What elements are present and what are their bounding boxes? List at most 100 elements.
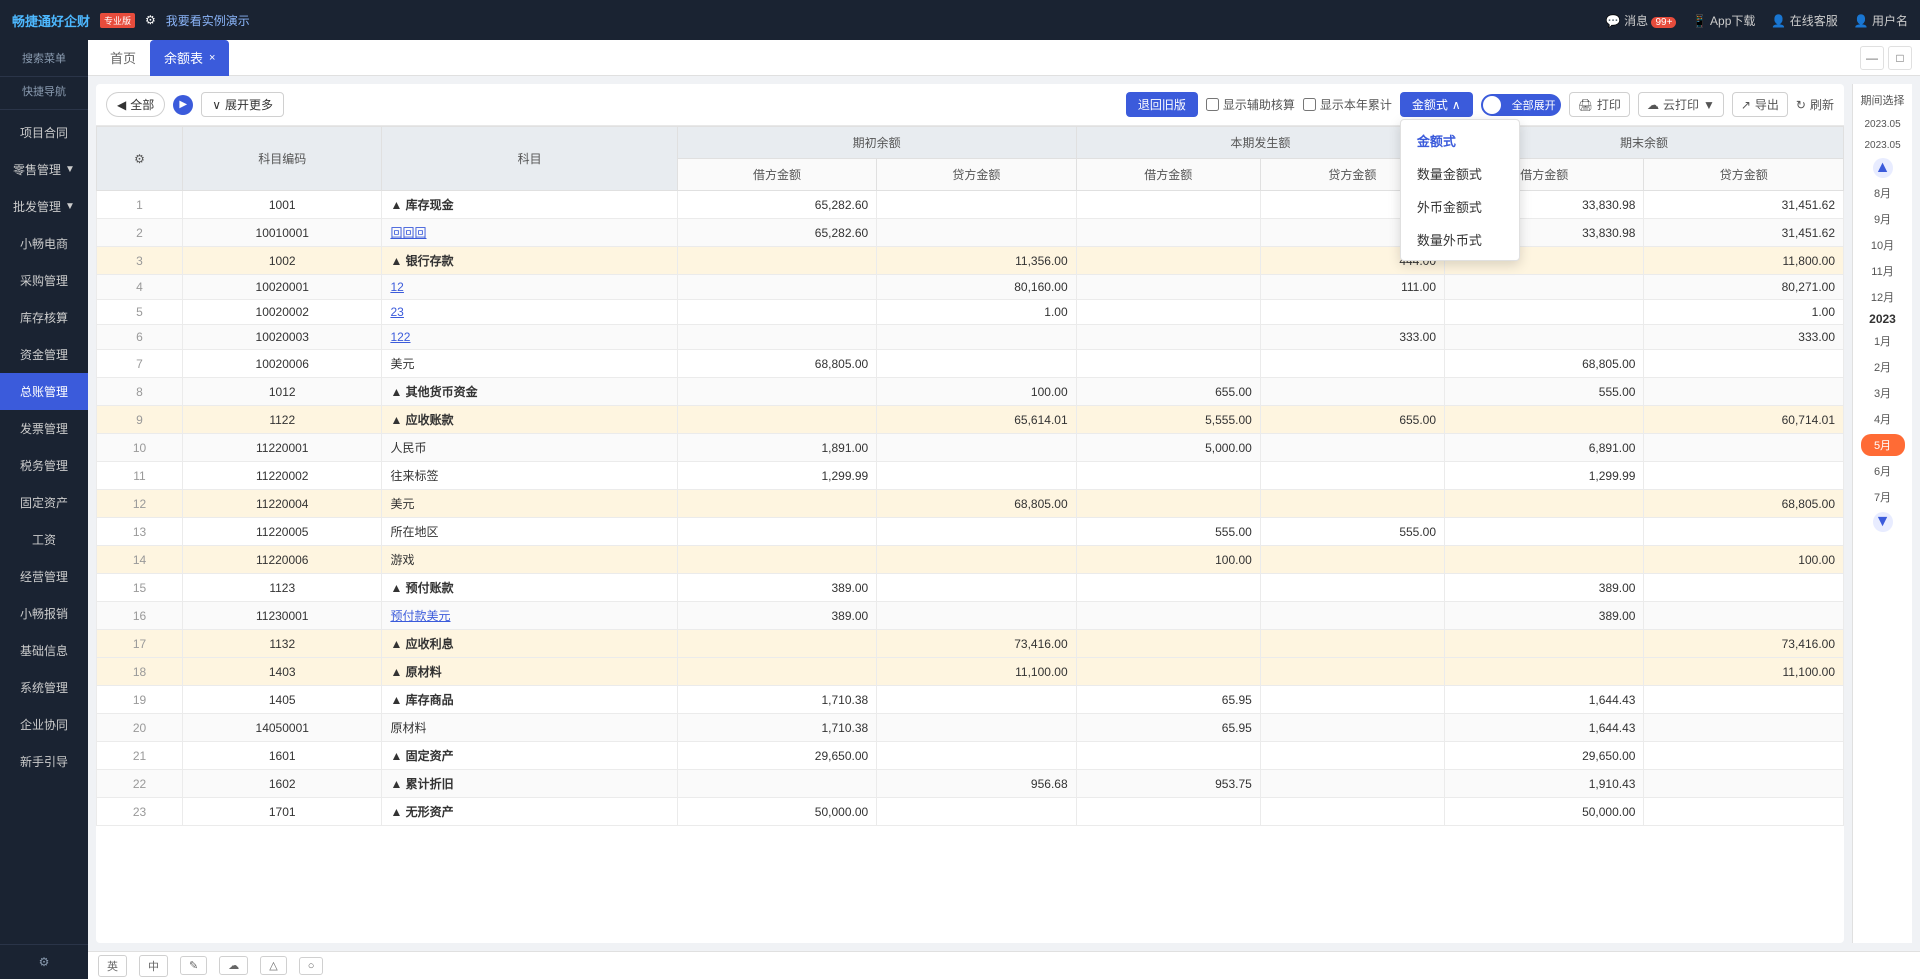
user-avatar[interactable]: 👤 用户名 [1854,12,1908,29]
app-download-btn[interactable]: 📱 App下载 [1692,12,1755,29]
table-area: ◀ 全部 ▶ ∨ 展开更多 退回旧版 显示辅助核算 [96,84,1844,943]
sidebar-item-purchase[interactable]: 采购管理 [0,262,88,299]
settings-icon[interactable]: ⚙ [145,13,156,27]
month-4[interactable]: 4月 [1861,408,1905,430]
sidebar-item-tax[interactable]: 税务管理 [0,447,88,484]
period-from[interactable]: 2023.05 [1861,116,1905,133]
status-cloud-btn[interactable]: ☁ [219,956,248,975]
mode-btn[interactable]: 金额式 ∧ [1400,92,1473,117]
status-upload-btn[interactable]: △ [260,956,286,975]
month-1[interactable]: 1月 [1861,330,1905,352]
table-row-opening-debit: 1,710.38 [677,686,876,714]
th-settings[interactable]: ⚙ [97,127,183,191]
table-row-opening-debit: 68,805.00 [677,350,876,378]
month-6[interactable]: 6月 [1861,460,1905,482]
back-old-version-btn[interactable]: 退回旧版 [1126,92,1198,117]
table-row-code: 11220006 [183,546,382,574]
status-edit-btn[interactable]: ✎ [180,956,207,975]
dropdown-item-qty-amount[interactable]: 数量金额式 [1401,157,1519,190]
table-row-code: 10020003 [183,325,382,350]
sidebar-item-expense[interactable]: 小畅报销 [0,595,88,632]
table-row-name[interactable]: ▲ 应收利息 [382,630,677,658]
dropdown-item-foreign-amount[interactable]: 外币金额式 [1401,190,1519,223]
table-row-name[interactable]: 预付款美元 [382,602,677,630]
online-service-btn[interactable]: 👤 在线客服 [1771,12,1837,29]
tab-balance[interactable]: 余额表 × [150,40,229,76]
sidebar-item-cooperation[interactable]: 企业协同 [0,706,88,743]
month-12[interactable]: 12月 [1861,286,1905,308]
tab-maximize-btn[interactable]: □ [1888,46,1912,70]
refresh-btn[interactable]: ↻ 刷新 [1796,96,1834,113]
sidebar-item-payroll[interactable]: 工资 [0,521,88,558]
month-9[interactable]: 9月 [1861,208,1905,230]
period-to[interactable]: 2023.05 [1861,137,1905,154]
sidebar-item-retail[interactable]: 零售管理 ▼ [0,151,88,188]
dropdown-item-qty-foreign[interactable]: 数量外币式 [1401,223,1519,256]
export-btn[interactable]: ↗ 导出 [1732,92,1788,117]
table-row-code: 11230001 [183,602,382,630]
sidebar-item-basic-info[interactable]: 基础信息 [0,632,88,669]
sidebar-item-invoice[interactable]: 发票管理 [0,410,88,447]
table-row-num: 8 [97,378,183,406]
tab-close-icon[interactable]: × [209,52,215,64]
expand-more-btn[interactable]: ∨ 展开更多 [201,92,284,117]
tab-home[interactable]: 首页 [96,40,150,76]
month-11[interactable]: 11月 [1861,260,1905,282]
table-row-closing-credit [1644,574,1844,602]
status-sync-btn[interactable]: ○ [299,957,324,975]
table-row-period-credit [1260,490,1444,518]
show-assist-check[interactable]: 显示辅助核算 [1206,96,1295,113]
month-8[interactable]: 8月 [1861,182,1905,204]
sidebar-nav[interactable]: 快捷导航 [0,77,88,105]
expand-all-toggle[interactable]: 全部展开 [1481,94,1561,116]
month-5[interactable]: 5月 [1861,434,1905,456]
sidebar-search[interactable]: 搜索菜单 [0,40,88,77]
sidebar-item-operations[interactable]: 经营管理 [0,558,88,595]
sidebar-item-inventory[interactable]: 库存核算 [0,299,88,336]
sidebar-item-system[interactable]: 系统管理 [0,669,88,706]
month-10[interactable]: 10月 [1861,234,1905,256]
table-row-name[interactable]: ▲ 其他货币资金 [382,378,677,406]
table-row-name[interactable]: 23 [382,300,677,325]
sidebar-item-ledger[interactable]: 总账管理 [0,373,88,410]
table-row-closing-credit [1644,518,1844,546]
show-assist-checkbox[interactable] [1206,98,1219,111]
table-row-opening-debit [677,275,876,300]
table-row-period-credit [1260,378,1444,406]
table-row-period-debit [1076,247,1260,275]
table-row-num: 12 [97,490,183,518]
tab-restore-btn[interactable]: — [1860,46,1884,70]
month-3[interactable]: 3月 [1861,382,1905,404]
status-lang-btn[interactable]: 英 [98,955,127,977]
period-down-btn[interactable]: ▼ [1873,512,1893,532]
nav-next-btn[interactable]: ▶ [173,95,193,115]
period-up-btn[interactable]: ▲ [1873,158,1893,178]
table-row-name[interactable]: 122 [382,325,677,350]
status-cn-btn[interactable]: 中 [139,955,168,977]
sidebar-item-project[interactable]: 项目合同 [0,114,88,151]
th-period: 本期发生额 [1076,127,1444,159]
sidebar-item-wholesale[interactable]: 批发管理 ▼ [0,188,88,225]
sidebar-item-guide[interactable]: 新手引导 [0,743,88,780]
show-ytd-check[interactable]: 显示本年累计 [1303,96,1392,113]
table-row-period-debit [1076,490,1260,518]
month-2[interactable]: 2月 [1861,356,1905,378]
sidebar-item-fund[interactable]: 资金管理 [0,336,88,373]
sidebar-item-ecommerce[interactable]: 小畅电商 [0,225,88,262]
table-row-name[interactable]: 12 [382,275,677,300]
show-ytd-checkbox[interactable] [1303,98,1316,111]
table-row-code: 1122 [183,406,382,434]
dropdown-item-amount[interactable]: 金额式 [1401,124,1519,157]
all-filter-btn[interactable]: ◀ 全部 [106,92,165,117]
month-7[interactable]: 7月 [1861,486,1905,508]
sidebar-item-fixed-assets[interactable]: 固定资产 [0,484,88,521]
table-row-period-credit [1260,546,1444,574]
table-row-name[interactable]: 回回回 [382,219,677,247]
sidebar-settings[interactable]: ⚙ [0,944,88,979]
demo-link[interactable]: 我要看实例演示 [166,12,250,29]
table-row-name[interactable]: ▲ 原材料 [382,658,677,686]
print-btn[interactable]: 🖨 打印 [1569,92,1630,117]
cloud-print-btn[interactable]: ☁ 云打印 ▼ [1638,92,1724,117]
message-btn[interactable]: 💬 消息 99+ [1606,12,1677,29]
table-row-closing-debit [1445,518,1644,546]
